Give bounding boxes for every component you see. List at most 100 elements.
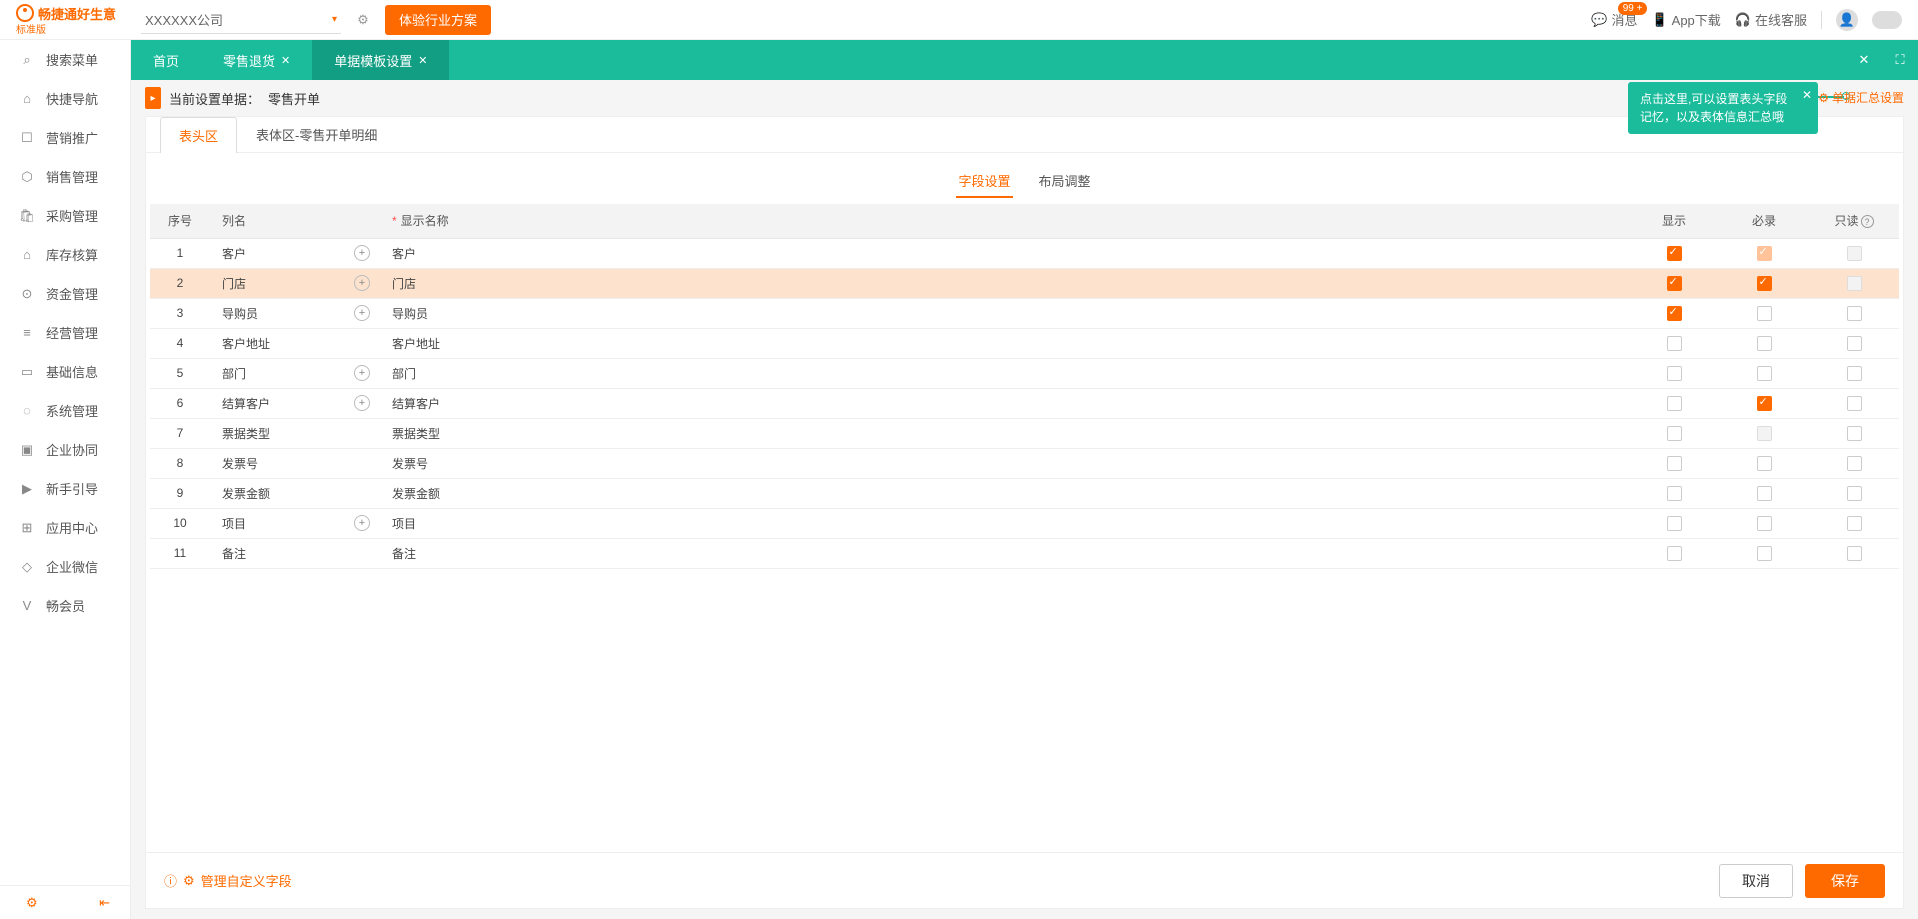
help-icon[interactable]: ? xyxy=(1861,215,1874,228)
table-row[interactable]: 10项目+项目 xyxy=(150,508,1899,538)
tab-home[interactable]: 首页 xyxy=(131,40,201,80)
sidebar-item[interactable]: ⌂库存核算 xyxy=(0,235,130,274)
table-row[interactable]: 4客户地址客户地址 xyxy=(150,328,1899,358)
sidebar-collapse-icon[interactable]: ⇤ xyxy=(99,895,110,911)
cancel-button[interactable]: 取消 xyxy=(1719,864,1793,898)
cell-display-name[interactable]: 门店 xyxy=(380,268,1629,298)
sidebar-item[interactable]: ⌕搜索菜单 xyxy=(0,40,130,79)
checkbox[interactable] xyxy=(1667,306,1682,321)
checkbox[interactable] xyxy=(1757,366,1772,381)
checkbox[interactable] xyxy=(1757,486,1772,501)
checkbox[interactable] xyxy=(1667,486,1682,501)
cell-display-name[interactable]: 项目 xyxy=(380,508,1629,538)
close-icon[interactable]: ✕ xyxy=(418,54,427,67)
checkbox[interactable] xyxy=(1847,306,1862,321)
checkbox[interactable] xyxy=(1667,426,1682,441)
messages-link[interactable]: 💬 消息 99 + xyxy=(1591,10,1637,29)
save-button[interactable]: 保存 xyxy=(1805,864,1885,898)
table-row[interactable]: 3导购员+导购员 xyxy=(150,298,1899,328)
checkbox[interactable] xyxy=(1667,366,1682,381)
checkbox[interactable] xyxy=(1847,396,1862,411)
cell-display-name[interactable]: 导购员 xyxy=(380,298,1629,328)
sidebar-item[interactable]: ⊞应用中心 xyxy=(0,508,130,547)
checkbox[interactable] xyxy=(1757,396,1772,411)
settings-icon[interactable]: ⚙ xyxy=(349,6,377,34)
cell-display-name[interactable]: 客户 xyxy=(380,238,1629,268)
tab-template-setting[interactable]: 单据模板设置✕ xyxy=(312,40,449,80)
cell-display-name[interactable]: 备注 xyxy=(380,538,1629,568)
checkbox[interactable] xyxy=(1847,426,1862,441)
add-icon[interactable]: + xyxy=(354,365,370,381)
checkbox[interactable] xyxy=(1667,546,1682,561)
manage-custom-fields-link[interactable]: ⓘ ⚙ 管理自定义字段 xyxy=(164,871,292,890)
sidebar-item[interactable]: ≡经营管理 xyxy=(0,313,130,352)
table-row[interactable]: 7票据类型票据类型 xyxy=(150,418,1899,448)
table-row[interactable]: 5部门+部门 xyxy=(150,358,1899,388)
add-icon[interactable]: + xyxy=(354,305,370,321)
add-icon[interactable]: + xyxy=(354,395,370,411)
checkbox[interactable] xyxy=(1847,486,1862,501)
add-icon[interactable]: + xyxy=(354,245,370,261)
checkbox[interactable] xyxy=(1667,336,1682,351)
sidebar-item[interactable]: V畅会员 xyxy=(0,586,130,625)
checkbox[interactable] xyxy=(1847,456,1862,471)
company-dropdown[interactable]: XXXXXX公司 ▾ xyxy=(141,6,341,34)
user-name-pill[interactable] xyxy=(1872,11,1902,29)
avatar[interactable]: 👤 xyxy=(1836,9,1858,31)
checkbox[interactable] xyxy=(1847,336,1862,351)
checkbox[interactable] xyxy=(1757,516,1772,531)
cell-display-name[interactable]: 部门 xyxy=(380,358,1629,388)
sidebar-item[interactable]: ⌂快捷导航 xyxy=(0,79,130,118)
checkbox[interactable] xyxy=(1847,516,1862,531)
tabs-close-all[interactable]: ✕ xyxy=(1846,40,1882,80)
cell-display-name[interactable]: 票据类型 xyxy=(380,418,1629,448)
add-icon[interactable]: + xyxy=(354,275,370,291)
checkbox[interactable] xyxy=(1667,246,1682,261)
sidebar-item[interactable]: ⊙资金管理 xyxy=(0,274,130,313)
sidebar-item[interactable]: ◇企业微信 xyxy=(0,547,130,586)
cell-display-name[interactable]: 发票号 xyxy=(380,448,1629,478)
cell-display-name[interactable]: 发票金额 xyxy=(380,478,1629,508)
checkbox[interactable] xyxy=(1667,456,1682,471)
sidebar-item[interactable]: ⬡销售管理 xyxy=(0,157,130,196)
sidebar-item[interactable]: ▶新手引导 xyxy=(0,469,130,508)
checkbox[interactable] xyxy=(1667,396,1682,411)
cell-display-name[interactable]: 结算客户 xyxy=(380,388,1629,418)
table-row[interactable]: 8发票号发票号 xyxy=(150,448,1899,478)
table-row[interactable]: 1客户+客户 xyxy=(150,238,1899,268)
table-row[interactable]: 2门店+门店 xyxy=(150,268,1899,298)
sidebar-item[interactable]: ▭基础信息 xyxy=(0,352,130,391)
checkbox[interactable] xyxy=(1757,456,1772,471)
tab-header-area[interactable]: 表头区 xyxy=(160,117,237,153)
add-icon[interactable]: + xyxy=(354,515,370,531)
sidebar-item[interactable]: 🛍采购管理 xyxy=(0,196,130,235)
table-row[interactable]: 6结算客户+结算客户 xyxy=(150,388,1899,418)
tab-body-area[interactable]: 表体区-零售开单明细 xyxy=(237,116,396,152)
fullscreen-icon[interactable]: ⛶ xyxy=(1882,40,1918,80)
sidebar-settings-icon[interactable]: ⚙ xyxy=(26,895,38,911)
support-link[interactable]: 🎧 在线客服 xyxy=(1735,10,1807,29)
experience-button[interactable]: 体验行业方案 xyxy=(385,5,491,35)
cell-display-name[interactable]: 客户地址 xyxy=(380,328,1629,358)
subtab-layout-adjust[interactable]: 布局调整 xyxy=(1037,165,1093,198)
app-download-link[interactable]: 📱 App下载 xyxy=(1651,10,1720,29)
checkbox[interactable] xyxy=(1757,336,1772,351)
tooltip-close-icon[interactable]: ✕ xyxy=(1802,86,1812,104)
checkbox[interactable] xyxy=(1847,366,1862,381)
table-row[interactable]: 11备注备注 xyxy=(150,538,1899,568)
checkbox[interactable] xyxy=(1757,306,1772,321)
close-icon[interactable]: ✕ xyxy=(281,54,290,67)
checkbox[interactable] xyxy=(1847,546,1862,561)
table-row[interactable]: 9发票金额发票金额 xyxy=(150,478,1899,508)
sidebar-item[interactable]: ◌系统管理 xyxy=(0,391,130,430)
checkbox[interactable] xyxy=(1667,516,1682,531)
checkbox[interactable] xyxy=(1667,276,1682,291)
subtab-field-setting[interactable]: 字段设置 xyxy=(956,165,1012,198)
sidebar-item[interactable]: ☐营销推广 xyxy=(0,118,130,157)
tab-retail-return[interactable]: 零售退货✕ xyxy=(201,40,312,80)
summary-setting-link[interactable]: ⚙ 单据汇总设置 xyxy=(1818,89,1904,106)
checkbox[interactable] xyxy=(1757,276,1772,291)
sidebar-item[interactable]: ▣企业协同 xyxy=(0,430,130,469)
expand-icon[interactable]: ▸ xyxy=(145,87,161,109)
checkbox[interactable] xyxy=(1757,546,1772,561)
